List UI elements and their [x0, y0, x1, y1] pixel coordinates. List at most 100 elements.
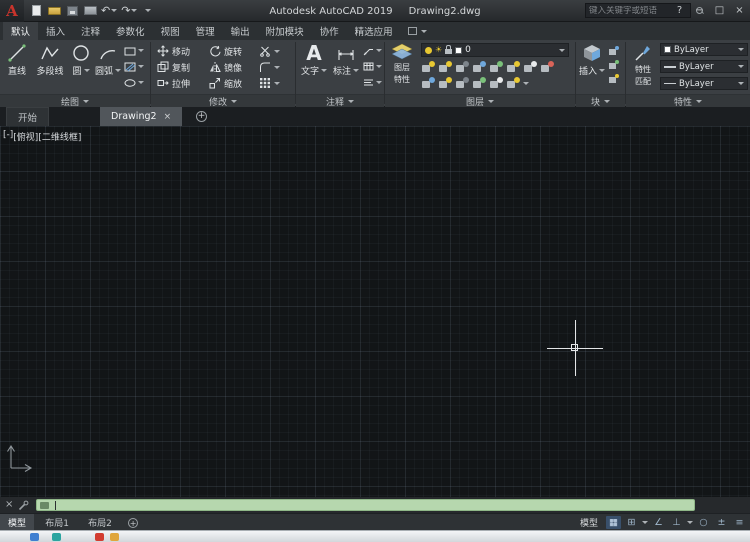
- layer-lock-tool-icon[interactable]: [472, 61, 486, 73]
- text-tool[interactable]: A 文字: [300, 43, 328, 77]
- ribbon-display-toggle[interactable]: [401, 22, 434, 40]
- customization-menu-icon[interactable]: ≡: [732, 516, 747, 529]
- scale-tool[interactable]: 缩放: [209, 75, 257, 91]
- annotation-style-tool[interactable]: [363, 76, 382, 89]
- arc-tool[interactable]: 圆弧: [94, 43, 122, 77]
- layer-current-tool-icon[interactable]: [489, 77, 503, 89]
- layer-isolate-tool-icon[interactable]: [438, 61, 452, 73]
- save-button[interactable]: [65, 3, 79, 19]
- ribbon-tab-parametric[interactable]: 参数化: [108, 22, 153, 40]
- snap-mode-toggle-icon[interactable]: ⊞: [624, 516, 639, 529]
- array-tool[interactable]: [259, 75, 291, 91]
- new-file-button[interactable]: [29, 3, 43, 19]
- taskbar-app-icon[interactable]: [30, 533, 39, 541]
- ellipse-tool[interactable]: [124, 76, 144, 89]
- linetype-select[interactable]: ByLayer: [660, 77, 748, 90]
- layer-thaw-tool-icon[interactable]: [455, 77, 469, 89]
- line-tool[interactable]: 直线: [2, 43, 32, 77]
- edit-block-tool-icon[interactable]: [609, 60, 619, 69]
- layer-select[interactable]: ☀ 0: [421, 43, 569, 57]
- mirror-tool[interactable]: 镜像: [209, 59, 257, 75]
- hatch-tool[interactable]: [124, 60, 144, 73]
- taskbar-app-icon[interactable]: [95, 533, 104, 541]
- match-properties-button[interactable]: 特性 匹配: [628, 43, 658, 87]
- drawing-canvas[interactable]: [-] [俯视] [二维线框]: [0, 126, 750, 497]
- trim-tool[interactable]: [259, 43, 291, 59]
- panel-annotate-footer[interactable]: 注释: [296, 94, 384, 108]
- maximize-button[interactable]: □: [712, 4, 727, 18]
- qat-customize-button[interactable]: [141, 3, 155, 19]
- viewport-menu-control[interactable]: [-]: [3, 130, 13, 143]
- layout-tab-model[interactable]: 模型: [0, 514, 35, 531]
- help-button[interactable]: ?: [672, 4, 687, 18]
- file-tab-start[interactable]: 开始: [6, 107, 50, 126]
- table-tool[interactable]: [363, 60, 382, 73]
- create-block-tool-icon[interactable]: [609, 46, 619, 55]
- layer-walk-tool-icon[interactable]: [506, 61, 520, 73]
- block-attributes-tool-icon[interactable]: [609, 74, 619, 83]
- close-command-window-icon[interactable]: ×: [5, 499, 13, 511]
- fillet-tool[interactable]: [259, 59, 291, 75]
- copy-tool[interactable]: 复制: [157, 59, 205, 75]
- dimension-tool[interactable]: 标注: [332, 43, 360, 77]
- viewport-visual-style-control[interactable]: [二维线框]: [38, 130, 81, 143]
- ribbon-tab-collaborate[interactable]: 协作: [312, 22, 347, 40]
- new-drawing-tab-button[interactable]: +: [196, 111, 207, 122]
- ribbon-tab-insert[interactable]: 插入: [38, 22, 73, 40]
- polar-tracking-toggle-icon[interactable]: ∠: [651, 516, 666, 529]
- open-file-button[interactable]: [47, 3, 61, 19]
- rectangle-tool[interactable]: [124, 44, 144, 57]
- taskbar-app-icon[interactable]: [52, 533, 61, 541]
- panel-layers-footer[interactable]: 图层: [385, 94, 575, 108]
- plot-button[interactable]: [83, 3, 97, 19]
- file-tab-drawing2[interactable]: Drawing2 ×: [100, 107, 183, 126]
- customize-wrench-icon[interactable]: [18, 500, 29, 511]
- ortho-mode-toggle-icon[interactable]: ⊥: [669, 516, 684, 529]
- new-layout-button[interactable]: +: [128, 518, 139, 528]
- panel-block-footer[interactable]: 块: [576, 94, 625, 108]
- chevron-down-icon[interactable]: [642, 521, 648, 524]
- layer-prev-tool-icon[interactable]: [421, 77, 435, 89]
- chevron-down-icon[interactable]: [687, 521, 693, 524]
- layer-unlock-tool-icon[interactable]: [472, 77, 486, 89]
- polyline-tool[interactable]: 多段线: [32, 43, 68, 77]
- layer-unisolate-tool-icon[interactable]: [523, 61, 537, 73]
- layer-off-tool-icon[interactable]: [421, 61, 435, 73]
- ribbon-tab-manage[interactable]: 管理: [188, 22, 223, 40]
- model-space-button[interactable]: 模型: [575, 516, 603, 529]
- close-tab-icon[interactable]: ×: [164, 112, 172, 122]
- minimize-button[interactable]: −: [692, 4, 707, 18]
- ribbon-tab-output[interactable]: 输出: [223, 22, 258, 40]
- layout-tab-layout1[interactable]: 布局1: [37, 514, 77, 531]
- grid-display-toggle-icon[interactable]: ▦: [606, 516, 621, 529]
- stretch-tool[interactable]: 拉伸: [157, 75, 205, 91]
- object-snap-toggle-icon[interactable]: ○: [696, 516, 711, 529]
- taskbar-app-icon[interactable]: [110, 533, 119, 541]
- circle-tool[interactable]: 圆: [68, 43, 94, 77]
- layer-merge-tool-icon[interactable]: [506, 77, 520, 89]
- viewport-view-control[interactable]: [俯视]: [13, 130, 38, 143]
- layer-delete-tool-icon[interactable]: [540, 61, 554, 73]
- leader-tool[interactable]: [363, 44, 382, 57]
- move-tool[interactable]: 移动: [157, 43, 205, 59]
- layout-tab-layout2[interactable]: 布局2: [80, 514, 120, 531]
- layer-freeze-tool-icon[interactable]: [455, 61, 469, 73]
- ribbon-tab-view[interactable]: 视图: [153, 22, 188, 40]
- panel-modify-footer[interactable]: 修改: [151, 94, 295, 108]
- layer-on-tool-icon[interactable]: [438, 77, 452, 89]
- rotate-tool[interactable]: 旋转: [209, 43, 257, 59]
- panel-draw-footer[interactable]: 绘图: [0, 94, 150, 108]
- lineweight-select[interactable]: ByLayer: [660, 60, 748, 73]
- object-color-select[interactable]: ByLayer: [660, 43, 748, 56]
- panel-properties-footer[interactable]: 特性: [626, 94, 750, 108]
- ribbon-tab-addins[interactable]: 附加模块: [258, 22, 312, 40]
- ribbon-tab-default[interactable]: 默认: [3, 22, 39, 40]
- redo-button[interactable]: ↷: [121, 3, 138, 19]
- undo-button[interactable]: ↶: [101, 3, 118, 19]
- insert-block-tool[interactable]: 插入: [578, 43, 606, 77]
- ribbon-tab-annotate[interactable]: 注释: [73, 22, 108, 40]
- layer-properties-button[interactable]: 图层 特性: [387, 43, 417, 85]
- command-input[interactable]: [36, 499, 695, 511]
- dynamic-input-toggle-icon[interactable]: ±: [714, 516, 729, 529]
- layer-match-tool-icon[interactable]: [489, 61, 503, 73]
